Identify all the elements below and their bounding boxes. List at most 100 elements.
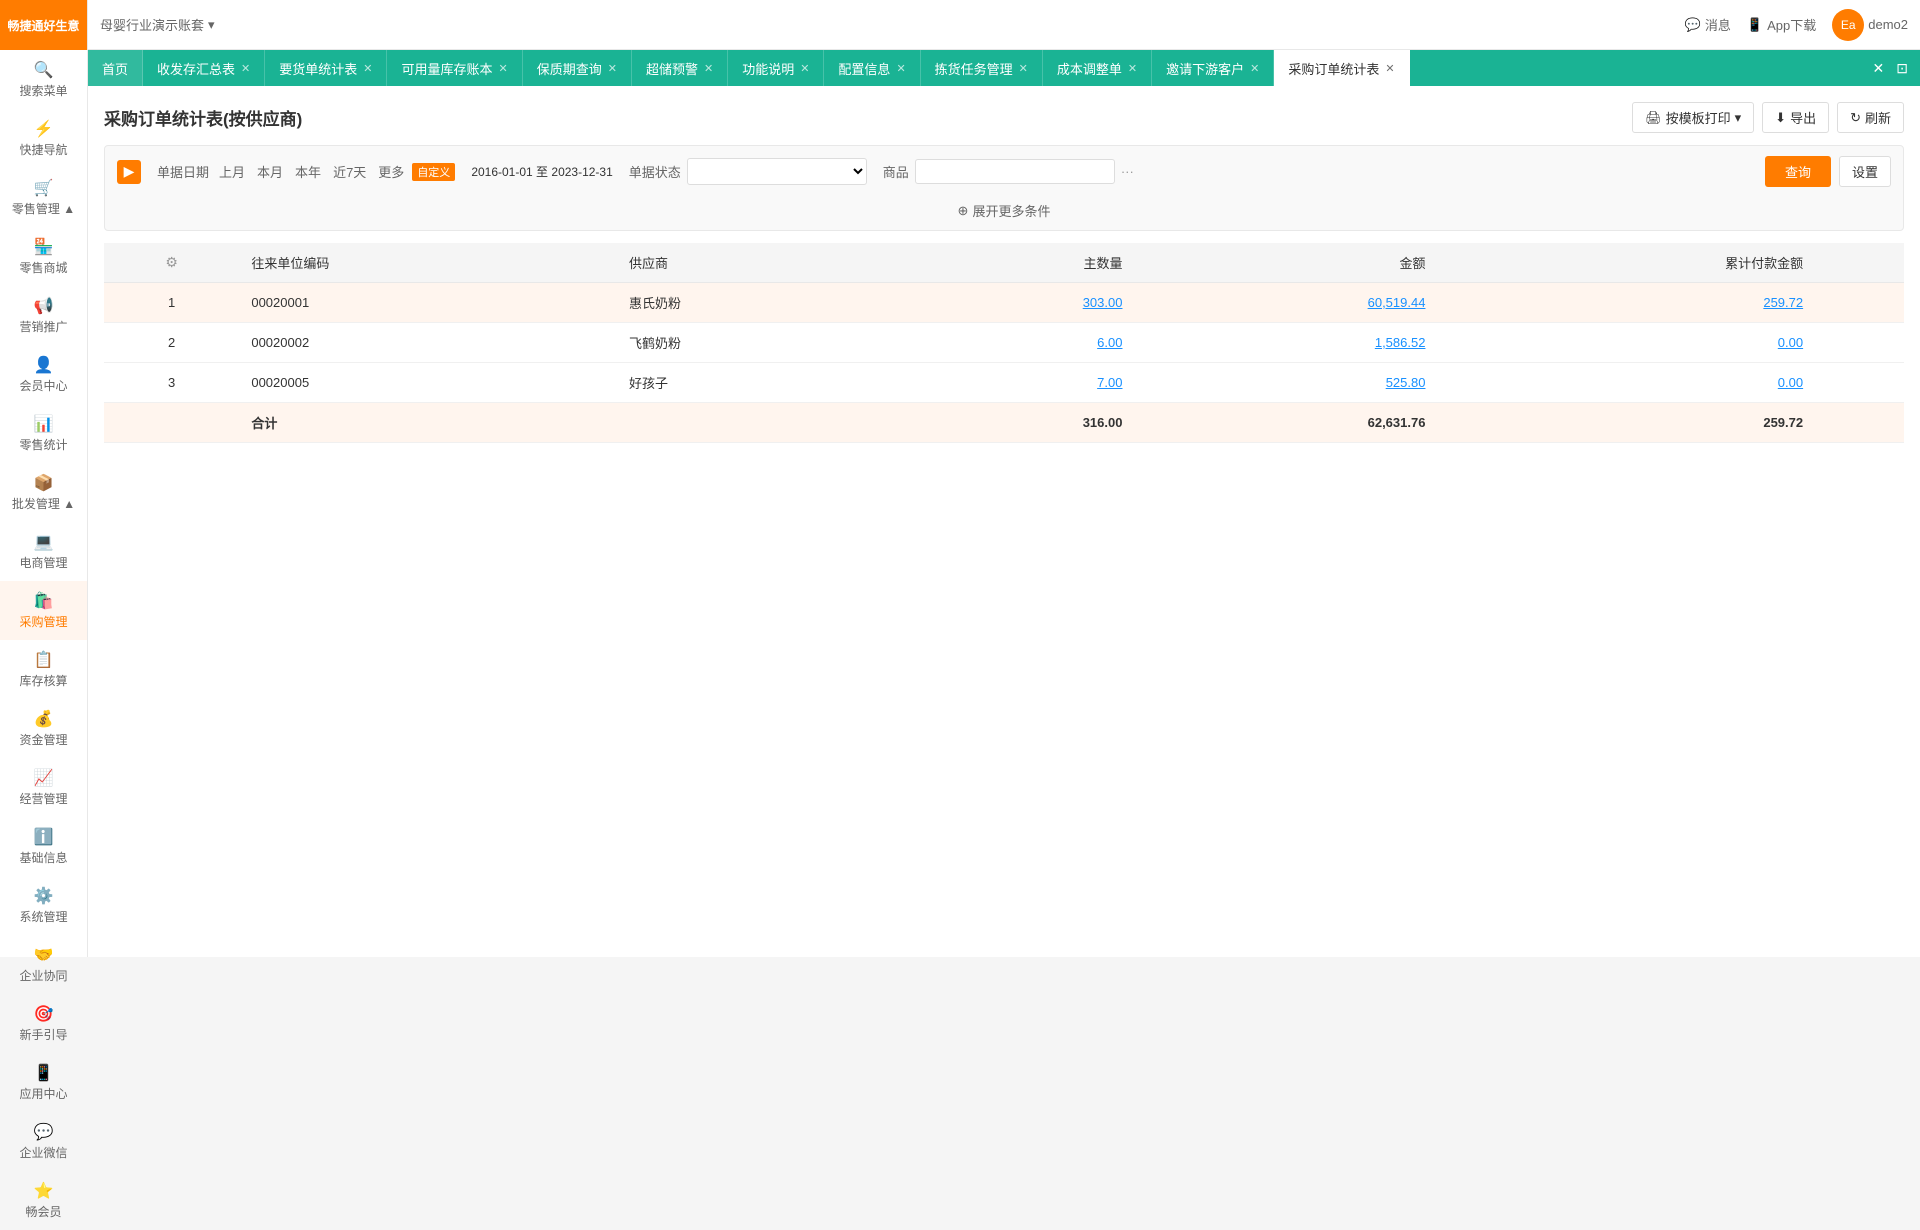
sidebar-item-app-center[interactable]: 📱 应用中心	[0, 1053, 87, 1112]
tab-receive-summary[interactable]: 收发存汇总表✕	[143, 50, 265, 86]
tab-close-cost-adjust[interactable]: ✕	[1128, 62, 1137, 75]
sidebar-item-finance[interactable]: 💰 资金管理	[0, 699, 87, 758]
th-amount: 金额	[1134, 243, 1437, 283]
sidebar-item-wholesale[interactable]: 📦 批发管理 ▲	[0, 463, 87, 522]
row-amount[interactable]: 1,586.52	[1134, 323, 1437, 363]
message-icon: 💬	[1685, 17, 1701, 33]
row-qty[interactable]: 6.00	[898, 323, 1134, 363]
tab-close-config-info[interactable]: ✕	[896, 62, 905, 75]
user-profile[interactable]: Ea demo2	[1832, 9, 1908, 41]
row-amount[interactable]: 525.80	[1134, 363, 1437, 403]
export-button[interactable]: ⬇ 导出	[1762, 102, 1829, 133]
sidebar-item-member[interactable]: 👤 会员中心	[0, 345, 87, 404]
sidebar-label-vip: 畅会员	[25, 1203, 61, 1220]
sidebar-item-ecommerce[interactable]: 💻 电商管理	[0, 522, 87, 581]
tab-inventory-book[interactable]: 可用量库存账本✕	[387, 50, 522, 86]
tab-close-expiry-query[interactable]: ✕	[608, 62, 617, 75]
message-action[interactable]: 💬 消息	[1685, 15, 1731, 34]
sidebar-label-ecommerce: 电商管理	[19, 554, 67, 571]
sidebar-item-enterprise-wechat[interactable]: 💬 企业微信	[0, 1112, 87, 1171]
date-this-year[interactable]: 本年	[291, 160, 325, 183]
row-paid[interactable]: 0.00	[1437, 323, 1815, 363]
footer-paid: 259.72	[1437, 403, 1815, 443]
tab-home[interactable]: 首页	[88, 50, 143, 86]
sidebar-item-vip[interactable]: ⭐ 畅会员	[0, 1171, 87, 1230]
date-label: 单据日期	[157, 162, 209, 181]
tab-close-inventory-book[interactable]: ✕	[499, 62, 508, 75]
goods-input[interactable]	[915, 159, 1115, 184]
app-download-action[interactable]: 📱 App下载	[1747, 15, 1816, 34]
settings-button[interactable]: 设置	[1839, 156, 1891, 187]
row-qty[interactable]: 303.00	[898, 283, 1134, 323]
breadcrumb-text: 母婴行业演示账套	[100, 15, 204, 34]
date-this-month[interactable]: 本月	[253, 160, 287, 183]
th-code: 往来单位编码	[239, 243, 617, 283]
sidebar-icon-newbie: 🎯	[34, 1004, 54, 1024]
tab-close-invite-downstream[interactable]: ✕	[1250, 62, 1259, 75]
column-settings-icon[interactable]: ⚙	[165, 254, 178, 270]
date-7days[interactable]: 近7天	[329, 160, 370, 183]
sidebar-item-retail-mall[interactable]: 🏪 零售商城	[0, 227, 87, 286]
status-label: 单据状态	[629, 162, 681, 181]
tab-cost-adjust[interactable]: 成本调整单✕	[1043, 50, 1152, 86]
sidebar-item-enterprise[interactable]: 🤝 企业协同	[0, 935, 87, 994]
sidebar-label-wholesale: 批发管理 ▲	[12, 495, 75, 512]
status-select[interactable]	[687, 158, 867, 185]
tab-expiry-query[interactable]: 保质期查询✕	[523, 50, 632, 86]
sidebar-item-quick-nav[interactable]: ⚡ 快捷导航	[0, 109, 87, 168]
sidebar-item-retail-stats[interactable]: 📊 零售统计	[0, 404, 87, 463]
th-settings: ⚙	[104, 243, 239, 283]
sidebar-icon-system: ⚙️	[34, 886, 54, 906]
maximize-tab-button[interactable]: ⊡	[1892, 58, 1912, 79]
sidebar-item-inventory[interactable]: 📋 库存核算	[0, 640, 87, 699]
tab-close-receive-summary[interactable]: ✕	[241, 62, 250, 75]
row-amount[interactable]: 60,519.44	[1134, 283, 1437, 323]
tab-config-info[interactable]: 配置信息✕	[824, 50, 920, 86]
tab-label-invite-downstream: 邀请下游客户	[1166, 59, 1244, 78]
row-qty[interactable]: 7.00	[898, 363, 1134, 403]
print-button[interactable]: 🖨 按模板打印 ▾	[1632, 102, 1754, 133]
sidebar-item-marketing[interactable]: 📢 营销推广	[0, 286, 87, 345]
tab-close-function-desc[interactable]: ✕	[800, 62, 809, 75]
sidebar-icon-purchase: 🛍️	[34, 591, 54, 611]
expand-more-button[interactable]: ⊕ 展开更多条件	[958, 201, 1051, 220]
row-paid[interactable]: 259.72	[1437, 283, 1815, 323]
main-area: 母婴行业演示账套 ▾ 💬 消息 📱 App下载 Ea demo2 首页收发存汇总…	[88, 0, 1920, 957]
close-tab-button[interactable]: ✕	[1869, 58, 1889, 79]
tab-overstock-alert[interactable]: 超储预警✕	[632, 50, 728, 86]
tab-invite-downstream[interactable]: 邀请下游客户 ✕	[1152, 50, 1274, 86]
tab-close-order-summary[interactable]: ✕	[363, 62, 372, 75]
sidebar-item-basic-info[interactable]: ℹ️ 基础信息	[0, 817, 87, 876]
sidebar-label-enterprise: 企业协同	[19, 967, 67, 984]
tab-pick-task[interactable]: 拣货任务管理 ✕	[921, 50, 1043, 86]
tab-close-overstock-alert[interactable]: ✕	[704, 62, 713, 75]
sidebar-icon-operations: 📈	[34, 768, 54, 788]
refresh-button[interactable]: ↻ 刷新	[1837, 102, 1904, 133]
sidebar-item-retail[interactable]: 🛒 零售管理 ▲	[0, 168, 87, 227]
tab-close-pick-task[interactable]: ✕	[1019, 62, 1028, 75]
print-arrow: ▾	[1735, 110, 1742, 126]
tab-function-desc[interactable]: 功能说明✕	[728, 50, 824, 86]
user-name: demo2	[1868, 17, 1908, 32]
tab-order-summary[interactable]: 要货单统计表✕	[265, 50, 387, 86]
row-paid[interactable]: 0.00	[1437, 363, 1815, 403]
sidebar-item-newbie[interactable]: 🎯 新手引导	[0, 994, 87, 1053]
logo-text: 畅捷通好生意	[7, 17, 79, 34]
row-code: 00020001	[239, 283, 617, 323]
date-more[interactable]: 更多	[374, 160, 408, 183]
sidebar-item-system[interactable]: ⚙️ 系统管理	[0, 876, 87, 935]
table-row: 1 00020001 惠氏奶粉 303.00 60,519.44 259.72	[104, 283, 1904, 323]
sidebar-item-operations[interactable]: 📈 经营管理	[0, 758, 87, 817]
tab-purchase-summary[interactable]: 采购订单统计表✕	[1274, 50, 1409, 86]
sidebar-item-purchase[interactable]: 🛍️ 采购管理	[0, 581, 87, 640]
date-last-month[interactable]: 上月	[215, 160, 249, 183]
filter-toggle-button[interactable]: ▶	[117, 160, 141, 184]
tab-close-purchase-summary[interactable]: ✕	[1385, 62, 1394, 75]
sidebar-icon-search: 🔍	[34, 60, 54, 80]
tab-label-pick-task: 拣货任务管理	[935, 59, 1013, 78]
query-button[interactable]: 查询	[1765, 156, 1831, 187]
date-custom-tag[interactable]: 自定义	[412, 163, 455, 181]
sidebar-label-inventory: 库存核算	[19, 672, 67, 689]
sidebar-item-search[interactable]: 🔍 搜索菜单	[0, 50, 87, 109]
sidebar-label-search: 搜索菜单	[19, 82, 67, 99]
